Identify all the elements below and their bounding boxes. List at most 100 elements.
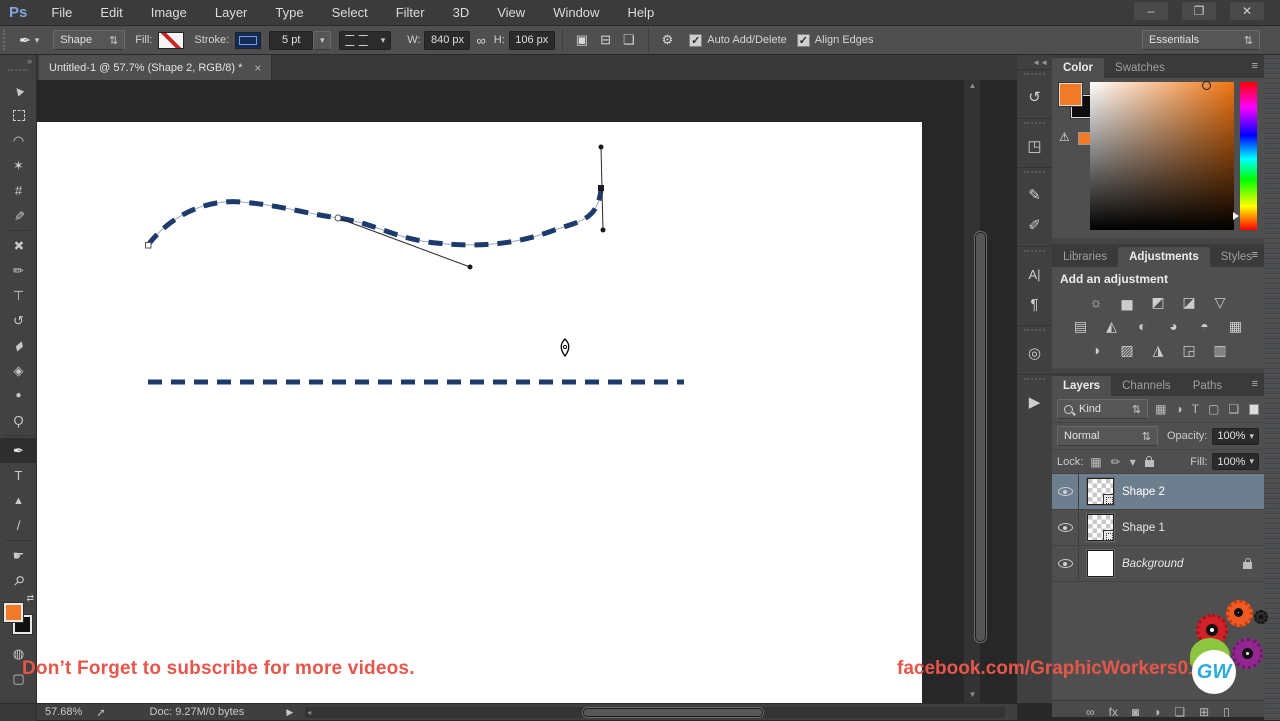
gradient-map-icon[interactable]: ◲ <box>1178 341 1200 359</box>
visibility-cell[interactable] <box>1052 510 1079 545</box>
move-tool[interactable]: ▲ <box>0 78 37 103</box>
menu-view[interactable]: View <box>483 0 539 26</box>
levels-icon[interactable]: ▅ <box>1116 293 1138 311</box>
layer-row-shape1[interactable]: Shape 1 <box>1052 510 1264 546</box>
healing-brush-tool[interactable]: ✚ <box>0 233 37 258</box>
lock-paint-icon[interactable]: ✏ <box>1111 455 1121 469</box>
anchor-point-smooth[interactable] <box>335 215 341 221</box>
hue-saturation-icon[interactable]: ▤ <box>1070 317 1092 335</box>
brush-tool[interactable]: ✏ <box>0 258 37 283</box>
status-flyout-icon[interactable]: ▶ <box>286 707 293 718</box>
layer-name[interactable]: Shape 1 <box>1122 522 1165 534</box>
filter-kind-select[interactable]: Kind ⇅ <box>1057 399 1148 419</box>
tab-color[interactable]: Color <box>1052 58 1104 78</box>
invert-icon[interactable]: ◑ <box>1085 341 1107 359</box>
visibility-cell[interactable] <box>1052 474 1079 509</box>
vertical-scroll-thumb[interactable] <box>975 232 986 642</box>
anchor-point-start[interactable] <box>146 243 152 249</box>
brush-presets-panel-button[interactable]: ✎ <box>1017 180 1052 210</box>
new-layer-icon[interactable]: ⊞ <box>1199 705 1209 717</box>
layer-row-shape2[interactable]: Shape 2 <box>1052 474 1264 510</box>
marquee-tool[interactable] <box>0 103 37 128</box>
hand-tool[interactable]: ☛ <box>0 543 37 568</box>
color-picker-cursor[interactable] <box>1202 81 1211 90</box>
pen-tool[interactable]: ✒ <box>0 438 37 463</box>
line-tool[interactable]: / <box>0 513 37 538</box>
menu-filter[interactable]: Filter <box>382 0 439 26</box>
black-white-icon[interactable]: ◐ <box>1132 317 1154 335</box>
close-button[interactable]: ✕ <box>1230 2 1264 20</box>
layer-row-background[interactable]: Background <box>1052 546 1264 582</box>
minimize-button[interactable]: – <box>1134 2 1168 20</box>
document-canvas[interactable] <box>37 122 922 703</box>
delete-layer-icon[interactable]: ▯ <box>1223 705 1230 717</box>
quick-selection-tool[interactable]: ✶ <box>0 153 37 178</box>
scroll-up-icon[interactable]: ▲ <box>964 80 981 92</box>
path-selection-tool[interactable]: ▲ <box>0 488 37 513</box>
layer-thumbnail[interactable] <box>1087 550 1114 577</box>
character-panel-button[interactable]: A| <box>1017 259 1052 289</box>
eyedropper-tool[interactable]: ✎ <box>0 203 37 228</box>
clone-stamp-tool[interactable]: ⊤ <box>0 283 37 308</box>
anchor-point-selected[interactable] <box>598 185 604 191</box>
link-layers-icon[interactable]: ∞ <box>1086 705 1095 717</box>
path-operations-icon[interactable]: ▣ <box>576 32 588 48</box>
saturation-brightness-picker[interactable] <box>1090 82 1234 230</box>
photo-filter-icon[interactable]: ◕ <box>1163 317 1185 335</box>
blur-tool[interactable]: ● <box>0 383 37 408</box>
close-tab-icon[interactable]: × <box>254 61 261 75</box>
dock-grip[interactable] <box>1024 122 1045 127</box>
tab-libraries[interactable]: Libraries <box>1052 247 1118 267</box>
brush-settings-panel-button[interactable]: ✐ <box>1017 210 1052 240</box>
direction-handle-point[interactable] <box>599 145 604 150</box>
hue-slider-pointer[interactable] <box>1233 212 1239 220</box>
menu-file[interactable]: File <box>37 0 86 26</box>
fill-input[interactable]: 100% ▾ <box>1212 453 1259 470</box>
type-tool[interactable]: T <box>0 463 37 488</box>
filtering-toggle[interactable] <box>1249 404 1259 415</box>
auto-add-delete-checkbox[interactable]: ✓ <box>689 34 702 47</box>
menu-layer[interactable]: Layer <box>201 0 262 26</box>
channel-mixer-icon[interactable]: ◓ <box>1194 317 1216 335</box>
menu-type[interactable]: Type <box>261 0 317 26</box>
menu-help[interactable]: Help <box>613 0 668 26</box>
layer-thumbnail[interactable] <box>1087 478 1114 505</box>
history-panel-button[interactable]: ↺ <box>1017 82 1052 112</box>
tab-paths[interactable]: Paths <box>1182 376 1233 396</box>
color-balance-icon[interactable]: ◭ <box>1101 317 1123 335</box>
swap-colors-icon[interactable]: ⇄ <box>26 593 34 604</box>
tab-channels[interactable]: Channels <box>1111 376 1182 396</box>
crop-tool[interactable]: # <box>0 178 37 203</box>
shape-width-input[interactable]: 840 px <box>424 31 470 50</box>
filter-smart-objects-icon[interactable]: ❏ <box>1228 402 1239 416</box>
menu-edit[interactable]: Edit <box>86 0 136 26</box>
stroke-width-input[interactable]: 5 pt <box>269 31 313 50</box>
layer-group-icon[interactable]: ❏ <box>1174 705 1185 717</box>
dock-grip[interactable] <box>1024 378 1045 383</box>
curves-icon[interactable]: ◩ <box>1147 293 1169 311</box>
layer-style-icon[interactable]: fx <box>1109 705 1118 717</box>
shape-height-input[interactable]: 106 px <box>509 31 555 50</box>
dock-grip[interactable] <box>1024 73 1045 78</box>
shape2-dashed-curve[interactable] <box>148 190 601 245</box>
layer-name[interactable]: Background <box>1122 558 1183 570</box>
tab-swatches[interactable]: Swatches <box>1104 58 1176 78</box>
share-export-icon[interactable]: ➚ <box>96 706 105 719</box>
color-lookup-icon[interactable]: ▦ <box>1225 317 1247 335</box>
history-brush-tool[interactable]: ↺ <box>0 308 37 333</box>
scroll-left-icon[interactable]: ◂ <box>307 708 311 717</box>
blend-mode-select[interactable]: Normal ⇅ <box>1057 426 1158 446</box>
align-edges-checkbox[interactable]: ✓ <box>797 34 810 47</box>
exposure-icon[interactable]: ◪ <box>1178 293 1200 311</box>
stroke-type-dropdown[interactable]: — — — — ▾ <box>339 31 391 50</box>
stroke-width-dropdown[interactable]: ▾ <box>313 31 331 50</box>
dodge-tool[interactable]: Ϙ <box>0 408 37 433</box>
dock-grip[interactable] <box>1024 329 1045 334</box>
vibrance-icon[interactable]: ▽ <box>1209 293 1231 311</box>
horizontal-scrollbar[interactable]: ◂ <box>305 707 1005 718</box>
toolbar-grip[interactable] <box>8 69 28 75</box>
menu-select[interactable]: Select <box>318 0 382 26</box>
lock-all-icon[interactable] <box>1145 460 1154 467</box>
menu-window[interactable]: Window <box>539 0 613 26</box>
panel-menu-icon[interactable]: ≡ <box>1252 60 1258 72</box>
